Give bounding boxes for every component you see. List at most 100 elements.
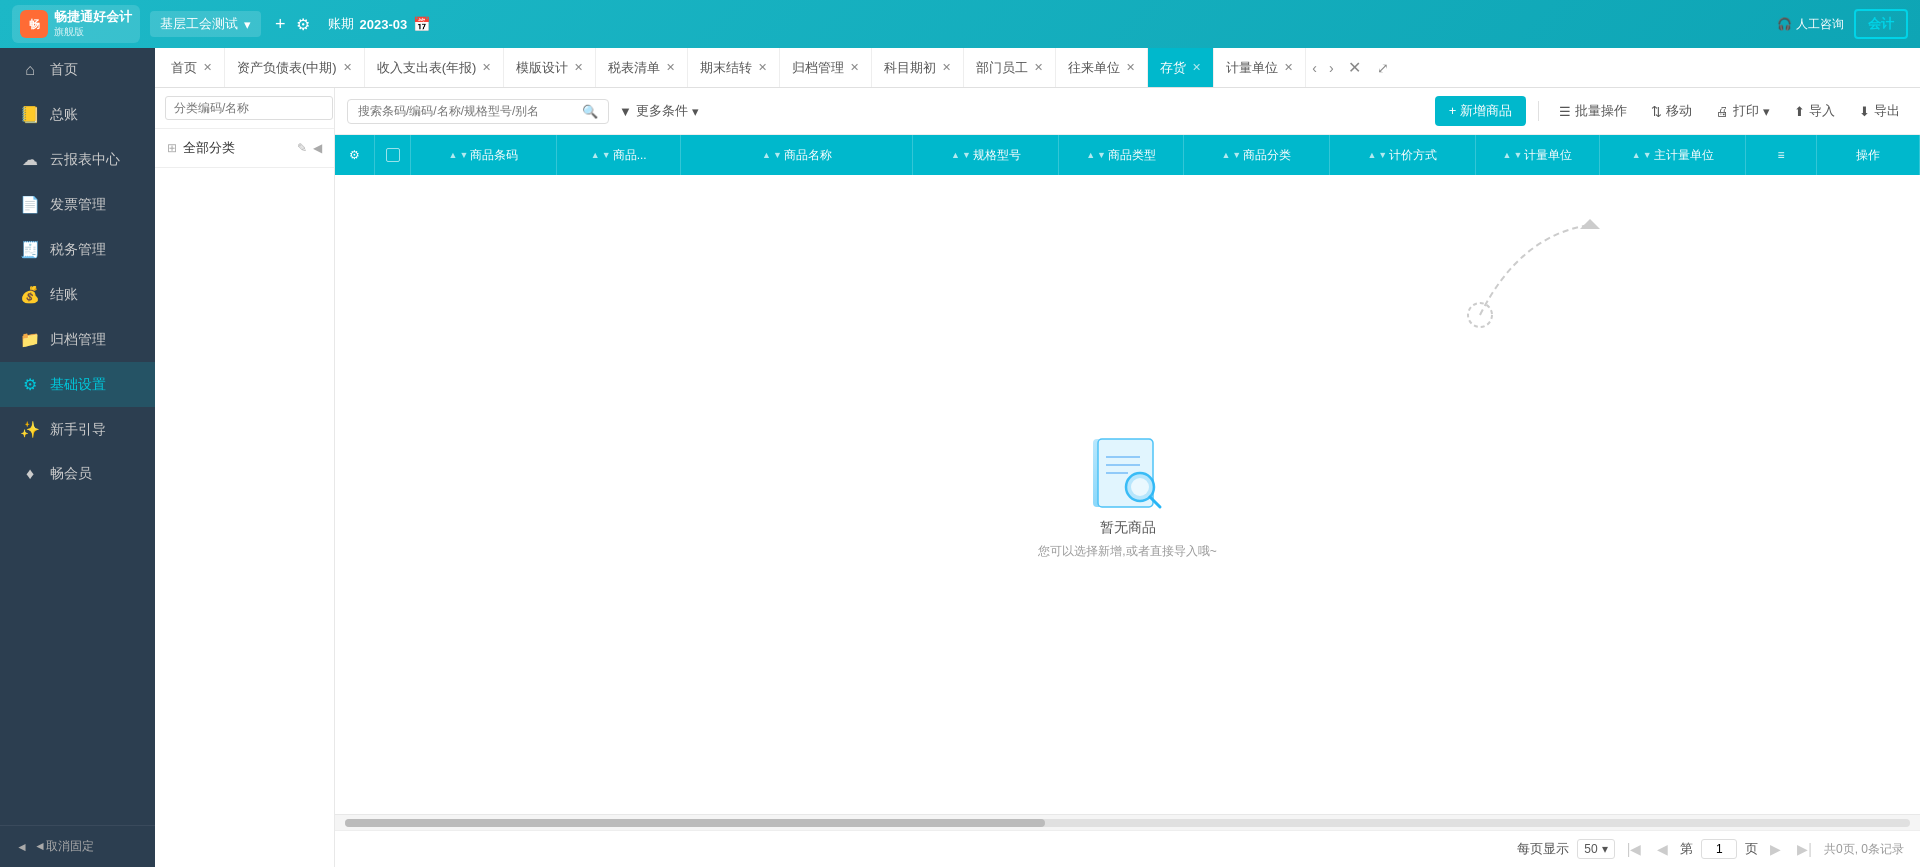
tab-dept-close[interactable]: ✕ — [1034, 61, 1043, 74]
tab-home[interactable]: 首页 ✕ — [159, 48, 225, 87]
separator — [1538, 101, 1539, 121]
sidebar-item-invoice[interactable]: 📄 发票管理 — [0, 182, 155, 227]
sidebar-label-tax: 税务管理 — [50, 241, 106, 259]
settings-icon[interactable]: ⚙ — [296, 15, 310, 34]
collapse-panel-icon[interactable]: ◀ — [313, 141, 322, 155]
sidebar-item-ledger[interactable]: 📒 总账 — [0, 92, 155, 137]
logo-area[interactable]: 畅 畅捷通好会计 旗舰版 — [12, 5, 140, 43]
tab-template-close[interactable]: ✕ — [574, 61, 583, 74]
close-accounts-icon: 💰 — [20, 285, 40, 304]
period-value: 2023-03 — [360, 17, 408, 32]
tab-tax-close[interactable]: ✕ — [666, 61, 675, 74]
user-badge[interactable]: 会计 — [1854, 9, 1908, 39]
sidebar-item-member[interactable]: ♦ 畅会员 — [0, 452, 155, 496]
next-page-button[interactable]: ▶ — [1766, 839, 1785, 859]
sidebar-item-close[interactable]: 💰 结账 — [0, 272, 155, 317]
th-extra[interactable]: ≡ — [1746, 135, 1817, 175]
th-barcode[interactable]: ▲ ▼ 商品条码 — [411, 135, 557, 175]
new-product-button[interactable]: + 新增商品 — [1435, 96, 1526, 126]
tab-subject-close[interactable]: ✕ — [942, 61, 951, 74]
help-button[interactable]: 🎧 人工咨询 — [1777, 16, 1844, 33]
tab-inventory-close[interactable]: ✕ — [1192, 61, 1201, 74]
tab-inventory[interactable]: 存货 ✕ — [1148, 48, 1214, 87]
th-product-type[interactable]: ▲ ▼ 商品类型 — [1059, 135, 1183, 175]
tab-unit[interactable]: 计量单位 ✕ — [1214, 48, 1306, 87]
tab-balance-sheet[interactable]: 资产负债表(中期) ✕ — [225, 48, 365, 87]
tab-prev-button[interactable]: ‹ — [1306, 60, 1323, 76]
company-selector[interactable]: 基层工会测试 ▾ — [150, 11, 261, 37]
th-product-category[interactable]: ▲ ▼ 商品分类 — [1184, 135, 1330, 175]
tab-balance-close[interactable]: ✕ — [343, 61, 352, 74]
sidebar-item-archive[interactable]: 📁 归档管理 — [0, 317, 155, 362]
tab-subject[interactable]: 科目期初 ✕ — [872, 48, 964, 87]
tab-income-close[interactable]: ✕ — [482, 61, 491, 74]
th-main-unit[interactable]: ▲ ▼ 主计量单位 — [1600, 135, 1746, 175]
export-button[interactable]: ⬇ 导出 — [1851, 98, 1908, 124]
edit-category-icon[interactable]: ✎ — [297, 141, 307, 155]
tab-home-close[interactable]: ✕ — [203, 61, 212, 74]
unpin-label: ◄取消固定 — [34, 838, 94, 855]
type-sort-desc: ▼ — [1097, 150, 1106, 160]
first-page-button[interactable]: |◀ — [1623, 839, 1646, 859]
page-number-input[interactable] — [1701, 839, 1737, 859]
all-categories-item[interactable]: ⊞ 全部分类 ✎ ◀ — [155, 129, 334, 168]
add-tab-button[interactable]: + — [275, 14, 286, 35]
unit-col-label: 计量单位 — [1524, 147, 1572, 164]
th-spec[interactable]: ▲ ▼ 规格型号 — [913, 135, 1059, 175]
tab-period-close-icon[interactable]: ✕ — [758, 61, 767, 74]
last-page-button[interactable]: ▶| — [1793, 839, 1816, 859]
sidebar-item-cloud[interactable]: ☁ 云报表中心 — [0, 137, 155, 182]
sidebar-item-tax[interactable]: 🧾 税务管理 — [0, 227, 155, 272]
expand-tab-button[interactable]: ⤢ — [1369, 60, 1397, 76]
sidebar-item-guide[interactable]: ✨ 新手引导 — [0, 407, 155, 452]
tab-period-close[interactable]: 期末结转 ✕ — [688, 48, 780, 87]
import-button[interactable]: ⬆ 导入 — [1786, 98, 1843, 124]
tab-dept[interactable]: 部门员工 ✕ — [964, 48, 1056, 87]
sidebar-label-archive: 归档管理 — [50, 331, 106, 349]
app-logo-icon: 畅 — [20, 10, 48, 38]
prev-page-button[interactable]: ◀ — [1653, 839, 1672, 859]
period-label: 账期 — [328, 15, 354, 33]
th-checkbox[interactable] — [375, 135, 411, 175]
sidebar-item-home[interactable]: ⌂ 首页 — [0, 48, 155, 92]
per-page-select[interactable]: 50 ▾ — [1577, 839, 1614, 859]
tab-partner[interactable]: 往来单位 ✕ — [1056, 48, 1148, 87]
th-unit[interactable]: ▲ ▼ 计量单位 — [1476, 135, 1600, 175]
price-col-label: 计价方式 — [1389, 147, 1437, 164]
tab-tax[interactable]: 税表清单 ✕ — [596, 48, 688, 87]
app-edition: 旗舰版 — [54, 25, 132, 39]
batch-operation-button[interactable]: ☰ 批量操作 — [1551, 98, 1635, 124]
unpin-button[interactable]: ◄ ◄取消固定 — [16, 838, 139, 855]
left-panel: 🔍 ⊞ 全部分类 ✎ ◀ — [155, 88, 335, 867]
product-search-input[interactable] — [358, 104, 578, 118]
select-all-checkbox[interactable] — [386, 148, 400, 162]
tab-archive-close[interactable]: ✕ — [850, 61, 859, 74]
more-filter-button[interactable]: ▼ 更多条件 ▾ — [619, 102, 699, 120]
tab-unit-close[interactable]: ✕ — [1284, 61, 1293, 74]
close-all-tabs-button[interactable]: ✕ — [1340, 58, 1369, 77]
calendar-icon[interactable]: 📅 — [413, 16, 430, 32]
move-button[interactable]: ⇅ 移动 — [1643, 98, 1700, 124]
product-search-icon[interactable]: 🔍 — [582, 104, 598, 119]
th-product-name[interactable]: ▲ ▼ 商品名称 — [681, 135, 913, 175]
th-settings[interactable]: ⚙ — [335, 135, 375, 175]
pagination: 每页显示 50 ▾ |◀ ◀ 第 页 ▶ ▶| 共0页, 0条记录 — [335, 830, 1920, 867]
print-button[interactable]: 🖨 打印 ▾ — [1708, 98, 1778, 124]
th-price-method[interactable]: ▲ ▼ 计价方式 — [1330, 135, 1476, 175]
tab-inventory-label: 存货 — [1160, 59, 1186, 77]
tab-partner-close[interactable]: ✕ — [1126, 61, 1135, 74]
tab-dept-label: 部门员工 — [976, 59, 1028, 77]
scroll-thumb[interactable] — [345, 819, 1045, 827]
tab-income[interactable]: 收入支出表(年报) ✕ — [365, 48, 505, 87]
svg-marker-0 — [1580, 219, 1600, 229]
tab-template[interactable]: 模版设计 ✕ — [504, 48, 596, 87]
category-search-input[interactable] — [165, 96, 333, 120]
home-icon: ⌂ — [20, 61, 40, 79]
tab-bar: 首页 ✕ 资产负债表(中期) ✕ 收入支出表(年报) ✕ 模版设计 ✕ 税表清单… — [155, 48, 1920, 88]
horizontal-scrollbar[interactable] — [335, 814, 1920, 830]
member-icon: ♦ — [20, 465, 40, 483]
tab-archive[interactable]: 归档管理 ✕ — [780, 48, 872, 87]
sidebar-item-settings[interactable]: ⚙ 基础设置 — [0, 362, 155, 407]
tab-next-button[interactable]: › — [1323, 60, 1340, 76]
th-product-code[interactable]: ▲ ▼ 商品... — [557, 135, 681, 175]
